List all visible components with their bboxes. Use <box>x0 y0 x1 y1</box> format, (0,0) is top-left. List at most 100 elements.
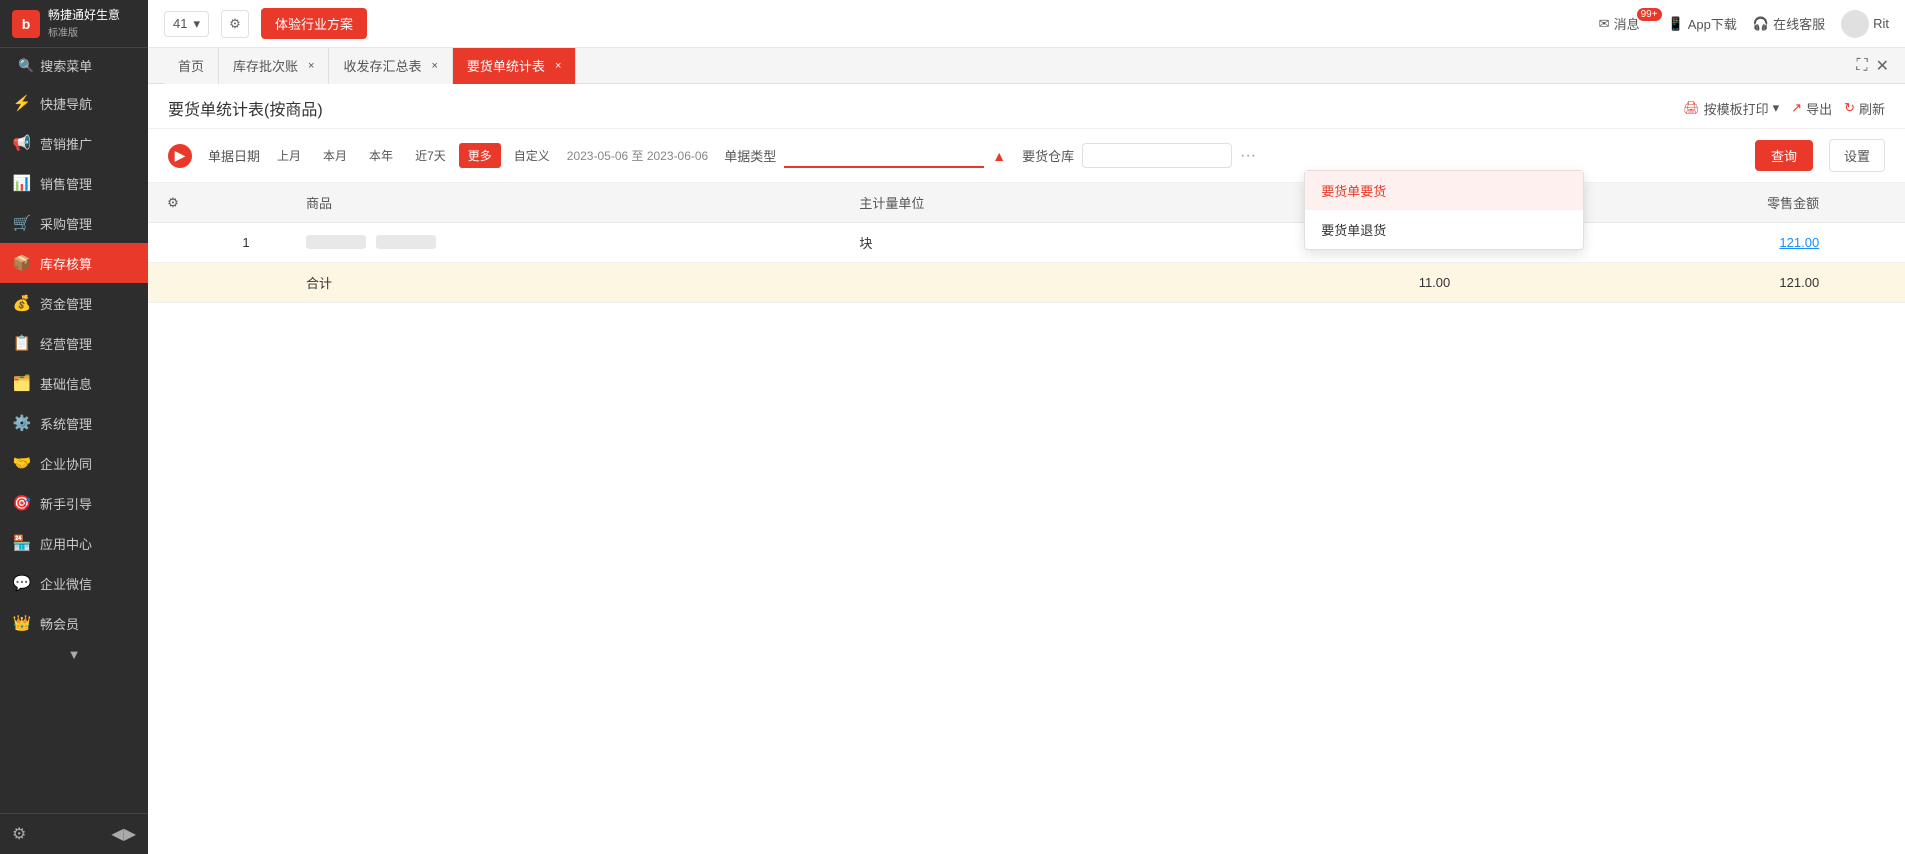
gear-button[interactable]: ⚙ <box>221 10 249 38</box>
print-chevron-icon: ▾ <box>1773 100 1780 116</box>
settings-button[interactable]: 设置 <box>1829 139 1885 172</box>
sidebar-item-finance[interactable]: 💰 资金管理 <box>0 283 148 323</box>
operations-icon: 📋 <box>12 333 32 353</box>
date-pill-last7days[interactable]: 近7天 <box>406 143 455 168</box>
type-filter-chevron-icon[interactable]: ▲ <box>992 148 1006 164</box>
date-pill-custom[interactable]: 自定义 <box>505 143 559 168</box>
filter-expand-button[interactable]: ▶ <box>168 144 192 168</box>
member-icon: 👑 <box>12 613 32 633</box>
message-icon: ✉ <box>1599 16 1610 32</box>
tab-requisition-stats-close[interactable]: × <box>555 60 561 72</box>
filter-bar: ▶ 单据日期 上月 本月 本年 近7天 更多 自定义 2023-05-06 至 … <box>148 129 1905 183</box>
app-download-button[interactable]: 📱 App下载 <box>1668 14 1737 33</box>
tab-receipt-summary-label: 收发存汇总表 <box>343 56 421 75</box>
row-product-cell <box>294 223 847 263</box>
avatar <box>1841 10 1869 38</box>
sidebar-item-wechat[interactable]: 💬 企业微信 <box>0 563 148 603</box>
dropdown-item-requisition-order[interactable]: 要货单要货 <box>1305 171 1583 210</box>
app-download-label: App下载 <box>1688 14 1737 33</box>
sidebar-item-label: 资金管理 <box>40 294 92 313</box>
date-pill-last-month[interactable]: 上月 <box>268 143 310 168</box>
print-button[interactable]: 🖨 按模板打印 ▾ <box>1683 99 1779 118</box>
query-button[interactable]: 查询 <box>1755 140 1813 171</box>
sidebar-item-purchase[interactable]: 🛒 采购管理 <box>0 203 148 243</box>
tab-home-label: 首页 <box>178 56 204 75</box>
refresh-button[interactable]: ↻ 刷新 <box>1844 99 1885 118</box>
row-extra-cell <box>1831 223 1905 263</box>
user-name: Rit <box>1873 16 1889 31</box>
tab-requisition-stats[interactable]: 要货单统计表 × <box>453 48 576 84</box>
newbie-icon: 🎯 <box>12 493 32 513</box>
type-filter-input[interactable] <box>784 143 984 168</box>
tab-expand-icon[interactable]: ⛶ <box>1856 57 1867 75</box>
purchase-icon: 🛒 <box>12 213 32 233</box>
date-pill-more[interactable]: 更多 <box>459 143 501 168</box>
tab-home[interactable]: 首页 <box>164 48 219 84</box>
table-body: 1 块 11.00 121.00 <box>148 223 1905 263</box>
warehouse-filter-label: 要货仓库 <box>1022 146 1074 165</box>
chevron-down-icon: ▾ <box>193 16 200 32</box>
finance-icon: 💰 <box>12 293 32 313</box>
date-pill-this-month[interactable]: 本月 <box>314 143 356 168</box>
page-title: 要货单统计表(按商品) <box>168 96 323 120</box>
footer-extra-cell <box>1831 263 1905 303</box>
sidebar-search[interactable]: 🔍 搜索菜单 <box>0 48 148 83</box>
tab-receipt-summary[interactable]: 收发存汇总表 × <box>329 48 452 84</box>
system-icon: ⚙️ <box>12 413 32 433</box>
sidebar-item-shortcut[interactable]: ⚡ 快捷导航 <box>0 83 148 123</box>
sidebar-item-appstore[interactable]: 🏪 应用中心 <box>0 523 148 563</box>
table-header: ⚙ 商品 主计量单位 主数量 零售金额 <box>148 183 1905 223</box>
dropdown-item-requisition-return[interactable]: 要货单退货 <box>1305 210 1583 249</box>
search-icon: 🔍 <box>18 58 34 74</box>
table-container: ⚙ 商品 主计量单位 主数量 零售金额 1 <box>148 183 1905 303</box>
logo-sub: 标准版 <box>48 24 120 39</box>
date-range-display: 2023-05-06 至 2023-06-06 <box>567 147 708 164</box>
export-icon: ↗ <box>1791 100 1802 116</box>
filter-more-icon[interactable]: ··· <box>1240 147 1256 165</box>
tab-expand-controls: ⛶ ✕ <box>1856 56 1889 76</box>
sidebar-item-newbie[interactable]: 🎯 新手引导 <box>0 483 148 523</box>
sales-icon: 📊 <box>12 173 32 193</box>
row-settings-cell <box>148 223 198 263</box>
marketing-icon: 📢 <box>12 133 32 153</box>
tab-inventory-batch-label: 库存批次账 <box>233 56 298 75</box>
print-icon: 🖨 <box>1683 100 1700 116</box>
sidebar-item-operations[interactable]: 📋 经营管理 <box>0 323 148 363</box>
col-settings-header[interactable]: ⚙ <box>148 183 198 223</box>
sidebar-item-basic[interactable]: 🗂️ 基础信息 <box>0 363 148 403</box>
warehouse-filter-input[interactable] <box>1082 143 1232 168</box>
messages-button[interactable]: ✉ 消息 99+ <box>1599 14 1652 33</box>
sidebar-item-sales[interactable]: 📊 销售管理 <box>0 163 148 203</box>
amount-link[interactable]: 121.00 <box>1779 235 1819 250</box>
tab-inventory-batch-close[interactable]: × <box>308 60 314 72</box>
sidebar-item-marketing[interactable]: 📢 营销推广 <box>0 123 148 163</box>
sidebar-item-member[interactable]: 👑 畅会员 <box>0 603 148 643</box>
tab-close-all-icon[interactable]: ✕ <box>1876 56 1889 76</box>
type-filter-label: 单据类型 <box>724 146 776 165</box>
settings-icon[interactable]: ⚙ <box>12 824 26 844</box>
online-service-button[interactable]: 🎧 在线客服 <box>1753 14 1825 33</box>
sidebar-item-enterprise[interactable]: 🤝 企业协同 <box>0 443 148 483</box>
org-selector-value: 41 <box>173 16 187 31</box>
warehouse-filter-group: 要货仓库 ··· <box>1022 143 1256 168</box>
date-pill-this-year[interactable]: 本年 <box>360 143 402 168</box>
tab-requisition-stats-label: 要货单统计表 <box>467 56 545 75</box>
tab-inventory-batch[interactable]: 库存批次账 × <box>219 48 329 84</box>
tab-receipt-summary-close[interactable]: × <box>431 60 437 72</box>
sidebar-item-system[interactable]: ⚙️ 系统管理 <box>0 403 148 443</box>
export-button[interactable]: ↗ 导出 <box>1791 99 1832 118</box>
sidebar-item-label: 销售管理 <box>40 174 92 193</box>
logo-text: 畅捷通好生意 <box>48 8 120 24</box>
sidebar-item-label: 采购管理 <box>40 214 92 233</box>
sidebar-item-label: 企业协同 <box>40 454 92 473</box>
online-service-label: 在线客服 <box>1773 14 1825 33</box>
sidebar-item-inventory[interactable]: 📦 库存核算 <box>0 243 148 283</box>
col-seq-header <box>198 183 294 223</box>
date-filter-group: 单据日期 上月 本月 本年 近7天 更多 自定义 2023-05-06 至 20… <box>208 143 708 168</box>
sidebar-toggle-icon[interactable]: ◀▶ <box>111 824 136 844</box>
enterprise-icon: 🤝 <box>12 453 32 473</box>
sidebar-scroll-down[interactable]: ▼ <box>0 643 148 666</box>
user-avatar[interactable]: Rit <box>1841 10 1889 38</box>
org-selector[interactable]: 41 ▾ <box>164 11 209 37</box>
trial-button[interactable]: 体验行业方案 <box>261 8 367 39</box>
